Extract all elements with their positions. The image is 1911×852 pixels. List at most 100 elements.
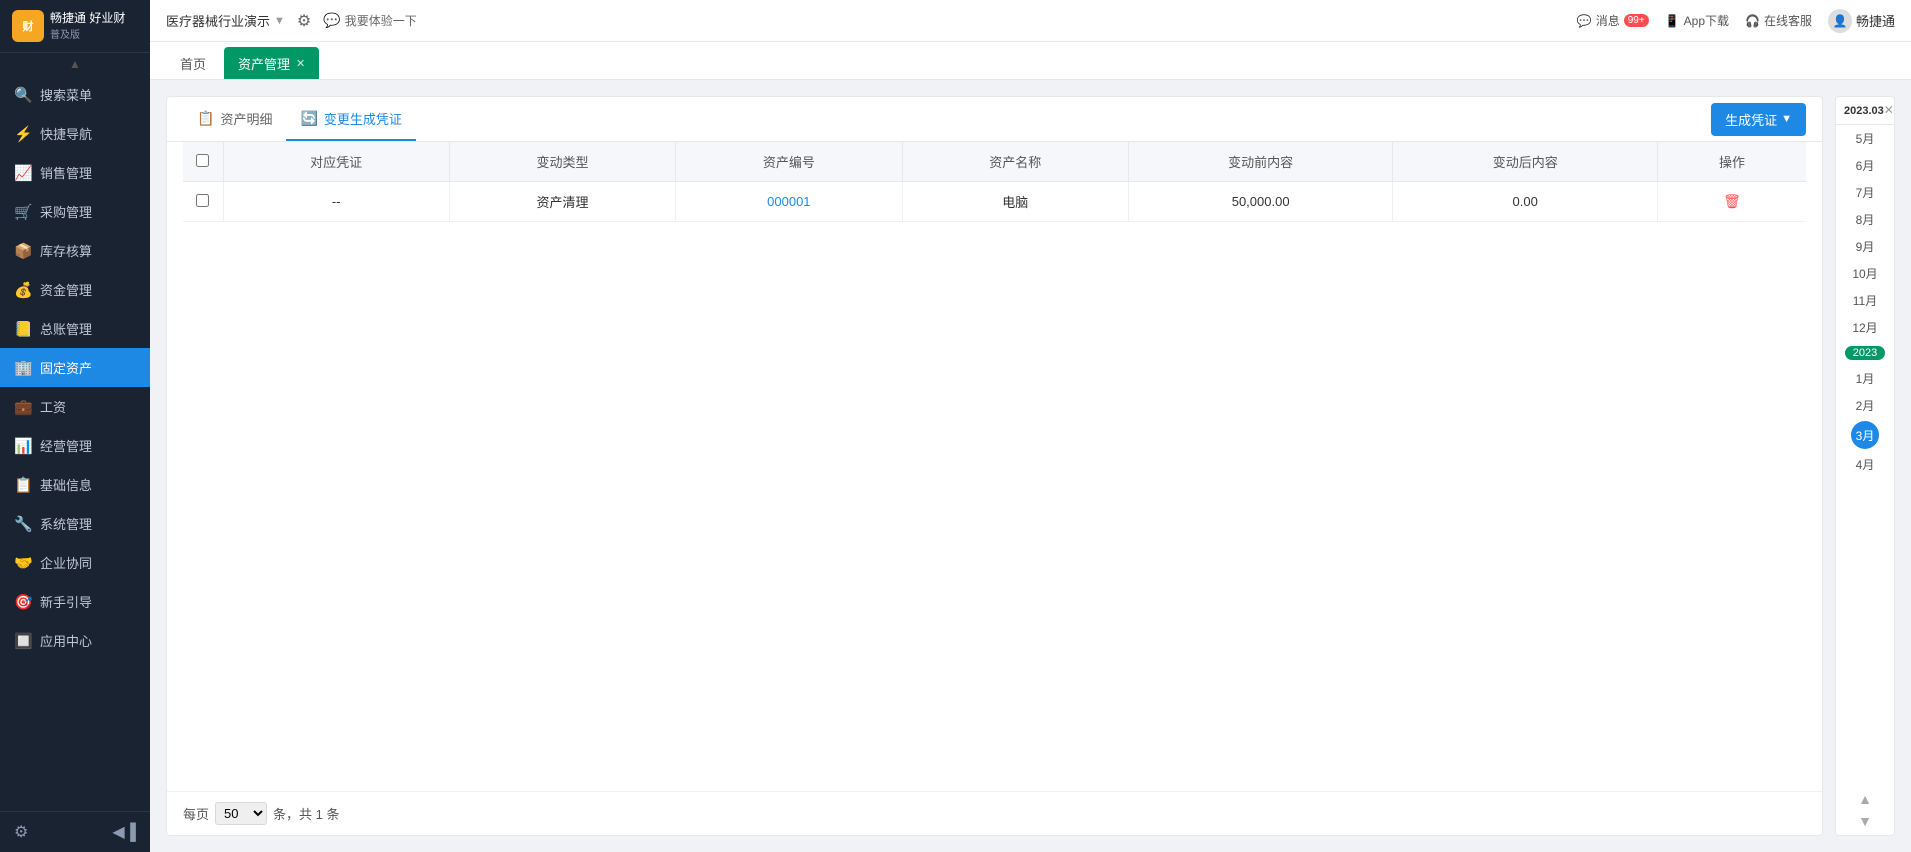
month-item-9[interactable]: 9月	[1836, 233, 1894, 260]
sidebar-item-label: 经营管理	[40, 436, 92, 455]
month-item-2023-3-active[interactable]: 3月	[1851, 421, 1879, 449]
col-asset-number: 资产编号	[676, 142, 902, 182]
month-item-5[interactable]: 5月	[1836, 125, 1894, 152]
sidebar-item-basicinfo[interactable]: 📋 基础信息	[0, 465, 150, 504]
trial-icon: 💬	[323, 12, 340, 29]
month-item-10[interactable]: 10月	[1836, 260, 1894, 287]
app-download-button[interactable]: 📱 App下载	[1665, 12, 1729, 29]
header-checkbox-cell	[183, 142, 223, 182]
sidebar-item-collab[interactable]: 🤝 企业协同	[0, 543, 150, 582]
download-icon: 📱	[1665, 14, 1680, 28]
sidebar-item-payroll[interactable]: 💼 工资	[0, 387, 150, 426]
sidebar-nav: ▲ 🔍 搜索菜单 ⚡ 快捷导航 📈 销售管理 🛒 采购管理 📦 库存核算 💰 资…	[0, 53, 150, 811]
company-name: 医疗器械行业演示	[166, 11, 270, 30]
row-checkbox-cell	[183, 182, 223, 222]
sidebar-item-sysadmin[interactable]: 🔧 系统管理	[0, 504, 150, 543]
change-voucher-icon: 🔄	[300, 110, 317, 127]
sidebar-logo: 财 畅捷通 好业财 普及版	[0, 0, 150, 53]
operations-icon: 📊	[14, 437, 32, 455]
month-item-2023-1[interactable]: 1月	[1836, 365, 1894, 392]
trial-label: 我要体验一下	[345, 12, 417, 29]
sidebar: 财 畅捷通 好业财 普及版 ▲ 🔍 搜索菜单 ⚡ 快捷导航 📈 销售管理 🛒 采…	[0, 0, 150, 852]
message-label: 消息	[1596, 12, 1620, 29]
appcenter-icon: 🔲	[14, 632, 32, 650]
subtabs: 📋 资产明细 🔄 变更生成凭证 生成凭证 ▼	[167, 97, 1822, 142]
sidebar-item-label: 采购管理	[40, 202, 92, 221]
nav-up-arrow[interactable]: ▲	[1856, 789, 1874, 809]
online-service-button[interactable]: 🎧 在线客服	[1745, 12, 1812, 29]
month-item-12[interactable]: 12月	[1836, 314, 1894, 341]
table-header-row: 对应凭证 变动类型 资产编号 资产名称	[183, 142, 1806, 182]
online-service-label: 在线客服	[1764, 12, 1812, 29]
sidebar-item-assets[interactable]: 🏢 固定资产	[0, 348, 150, 387]
main-area: 医疗器械行业演示 ▼ ⚙ 💬 我要体验一下 💬 消息 99+ 📱 App下载 🎧…	[150, 0, 1911, 852]
asset-detail-icon: 📋	[197, 110, 214, 127]
trial-button[interactable]: 💬 我要体验一下	[323, 12, 416, 29]
month-item-6[interactable]: 6月	[1836, 152, 1894, 179]
settings-gear-icon[interactable]: ⚙	[14, 822, 28, 842]
topbar-right: 💬 消息 99+ 📱 App下载 🎧 在线客服 👤 畅捷通	[1577, 9, 1895, 33]
tab-assets[interactable]: 资产管理 ✕	[224, 47, 319, 79]
delete-icon[interactable]: 🗑	[1723, 193, 1741, 209]
username-label: 畅捷通	[1856, 11, 1895, 30]
sidebar-item-label: 快捷导航	[40, 124, 92, 143]
col-before-content: 变动前内容	[1128, 142, 1393, 182]
subtab-asset-detail[interactable]: 📋 资产明细	[183, 97, 286, 141]
col-asset-name: 资产名称	[902, 142, 1128, 182]
sidebar-item-quicknav[interactable]: ⚡ 快捷导航	[0, 114, 150, 153]
cell-voucher: --	[223, 182, 449, 222]
subtab-change-voucher[interactable]: 🔄 变更生成凭证	[286, 97, 415, 141]
sidebar-item-label: 总账管理	[40, 319, 92, 338]
sidebar-item-finance[interactable]: 💰 资金管理	[0, 270, 150, 309]
sidebar-item-ledger[interactable]: 📒 总账管理	[0, 309, 150, 348]
month-item-8[interactable]: 8月	[1836, 206, 1894, 233]
month-item-7[interactable]: 7月	[1836, 179, 1894, 206]
col-voucher: 对应凭证	[223, 142, 449, 182]
panel-nav: ▲ ▼	[1836, 785, 1894, 835]
tab-close-icon[interactable]: ✕	[296, 57, 305, 70]
service-icon: 🎧	[1745, 14, 1760, 28]
pagination: 每页 10 20 50 100 条，共 1 条	[167, 791, 1822, 835]
message-icon: 💬	[1577, 14, 1592, 28]
tab-home[interactable]: 首页	[166, 47, 220, 79]
sales-icon: 📈	[14, 164, 32, 182]
month-item-2023-2[interactable]: 2月	[1836, 392, 1894, 419]
total-label: 条，共 1 条	[273, 804, 339, 823]
month-item-2023-4[interactable]: 4月	[1836, 451, 1894, 478]
topbar-settings-icon[interactable]: ⚙	[297, 11, 311, 31]
month-list: 5月 6月 7月 8月 9月 10月 11月 12月 2023 1月 2月 3月…	[1836, 125, 1894, 785]
cell-after-content: 0.00	[1393, 182, 1658, 222]
cell-asset-number: 000001	[676, 182, 902, 222]
sidebar-collapse-icon[interactable]: ◀▐	[112, 822, 136, 842]
sidebar-scroll-up[interactable]: ▲	[0, 53, 150, 75]
company-selector[interactable]: 医疗器械行业演示 ▼	[166, 11, 285, 30]
sidebar-item-sales[interactable]: 📈 销售管理	[0, 153, 150, 192]
sidebar-item-label: 固定资产	[40, 358, 92, 377]
data-table: 对应凭证 变动类型 资产编号 资产名称	[183, 142, 1806, 222]
app-download-label: App下载	[1684, 12, 1729, 29]
month-item-11[interactable]: 11月	[1836, 287, 1894, 314]
cell-action: 🗑	[1657, 182, 1806, 222]
message-button[interactable]: 💬 消息 99+	[1577, 12, 1649, 29]
sidebar-item-purchase[interactable]: 🛒 采购管理	[0, 192, 150, 231]
cell-before-content: 50,000.00	[1128, 182, 1393, 222]
sidebar-item-inventory[interactable]: 📦 库存核算	[0, 231, 150, 270]
col-change-type: 变动类型	[449, 142, 675, 182]
sidebar-item-label: 新手引导	[40, 592, 92, 611]
sidebar-item-search[interactable]: 🔍 搜索菜单	[0, 75, 150, 114]
user-avatar-area[interactable]: 👤 畅捷通	[1828, 9, 1895, 33]
panel-close-icon[interactable]: ✕	[1884, 103, 1894, 118]
sidebar-item-label: 系统管理	[40, 514, 92, 533]
sidebar-item-appcenter[interactable]: 🔲 应用中心	[0, 621, 150, 660]
sidebar-item-operations[interactable]: 📊 经营管理	[0, 426, 150, 465]
subtab-change-voucher-label: 变更生成凭证	[324, 109, 402, 128]
page-size-select[interactable]: 10 20 50 100	[215, 802, 267, 825]
select-all-checkbox[interactable]	[196, 154, 209, 167]
table-wrap: 对应凭证 变动类型 资产编号 资产名称	[167, 142, 1822, 791]
sidebar-item-guide[interactable]: 🎯 新手引导	[0, 582, 150, 621]
row-checkbox[interactable]	[196, 194, 209, 207]
generate-voucher-button[interactable]: 生成凭证 ▼	[1711, 103, 1806, 136]
sidebar-item-label: 基础信息	[40, 475, 92, 494]
nav-down-arrow[interactable]: ▼	[1856, 811, 1874, 831]
cell-asset-name: 电脑	[902, 182, 1128, 222]
